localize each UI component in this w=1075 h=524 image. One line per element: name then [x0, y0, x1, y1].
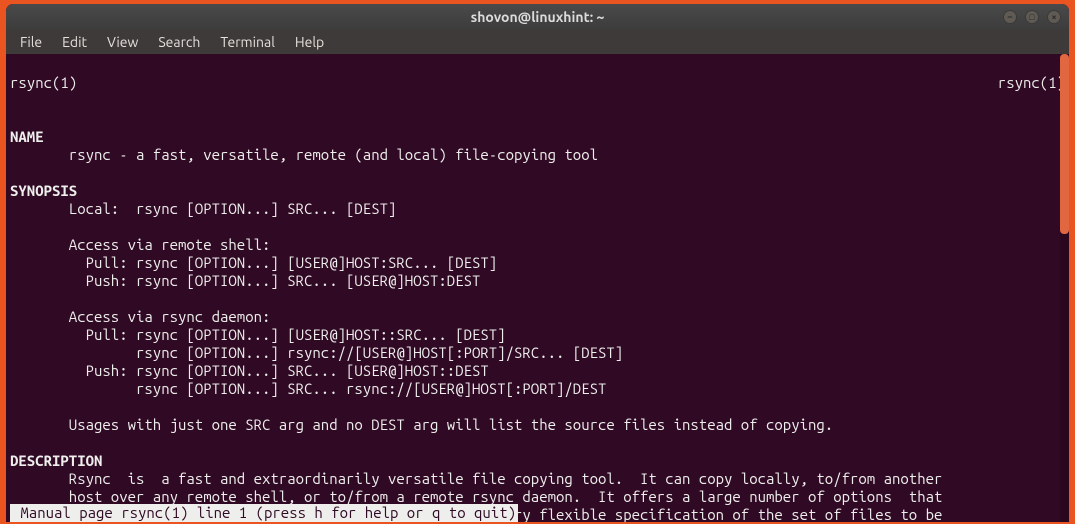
blank: [10, 218, 18, 235]
maximize-icon[interactable]: □: [1025, 10, 1039, 24]
section-synopsis: SYNOPSIS: [10, 182, 77, 199]
blank: [10, 398, 18, 415]
close-icon[interactable]: ×: [1047, 10, 1061, 24]
section-description: DESCRIPTION: [10, 452, 102, 469]
window-controls: – □ ×: [1003, 10, 1061, 24]
name-line: rsync - a fast, versatile, remote (and l…: [10, 146, 598, 163]
titlebar: shovon@linuxhint: ~ – □ ×: [6, 4, 1069, 30]
synopsis-line: Push: rsync [OPTION...] SRC... [USER@]HO…: [10, 362, 489, 379]
synopsis-line: rsync [OPTION...] rsync://[USER@]HOST[:P…: [10, 344, 623, 361]
minimize-icon[interactable]: –: [1003, 10, 1017, 24]
synopsis-line: Pull: rsync [OPTION...] [USER@]HOST:SRC.…: [10, 254, 497, 271]
synopsis-line: Access via remote shell:: [10, 236, 270, 253]
man-header-right: rsync(1): [998, 74, 1065, 92]
window-title: shovon@linuxhint: ~: [471, 9, 605, 25]
menu-file[interactable]: File: [12, 32, 50, 52]
menu-search[interactable]: Search: [150, 32, 208, 52]
menu-view[interactable]: View: [99, 32, 146, 52]
blank: [10, 434, 18, 451]
scrollbar[interactable]: [1060, 54, 1069, 522]
blank: [10, 164, 18, 181]
synopsis-line: Access via rsync daemon:: [10, 308, 270, 325]
synopsis-line: Pull: rsync [OPTION...] [USER@]HOST::SRC…: [10, 326, 506, 343]
synopsis-line: Usages with just one SRC arg and no DEST…: [10, 416, 833, 433]
terminal-content[interactable]: rsync(1) rsync(1) NAME rsync - a fast, ve…: [6, 54, 1069, 522]
man-header-left: rsync(1): [10, 74, 77, 92]
synopsis-line: Push: rsync [OPTION...] SRC... [USER@]HO…: [10, 272, 480, 289]
menu-help[interactable]: Help: [287, 32, 332, 52]
synopsis-line: rsync [OPTION...] SRC... rsync://[USER@]…: [10, 380, 606, 397]
blank: [10, 290, 18, 307]
synopsis-line: Local: rsync [OPTION...] SRC... [DEST]: [10, 200, 396, 217]
description-line: Rsync is a fast and extraordinarily vers…: [10, 470, 942, 487]
description-line: host over any remote shell, or to/from a…: [10, 488, 942, 505]
scroll-thumb[interactable]: [1060, 54, 1069, 234]
menubar: File Edit View Search Terminal Help: [6, 30, 1069, 54]
pager-statusline: Manual page rsync(1) line 1 (press h for…: [10, 504, 518, 522]
section-name: NAME: [10, 128, 44, 145]
terminal-window: shovon@linuxhint: ~ – □ × File Edit View…: [6, 4, 1069, 522]
menu-terminal[interactable]: Terminal: [212, 32, 283, 52]
blank: [10, 110, 18, 127]
menu-edit[interactable]: Edit: [54, 32, 95, 52]
